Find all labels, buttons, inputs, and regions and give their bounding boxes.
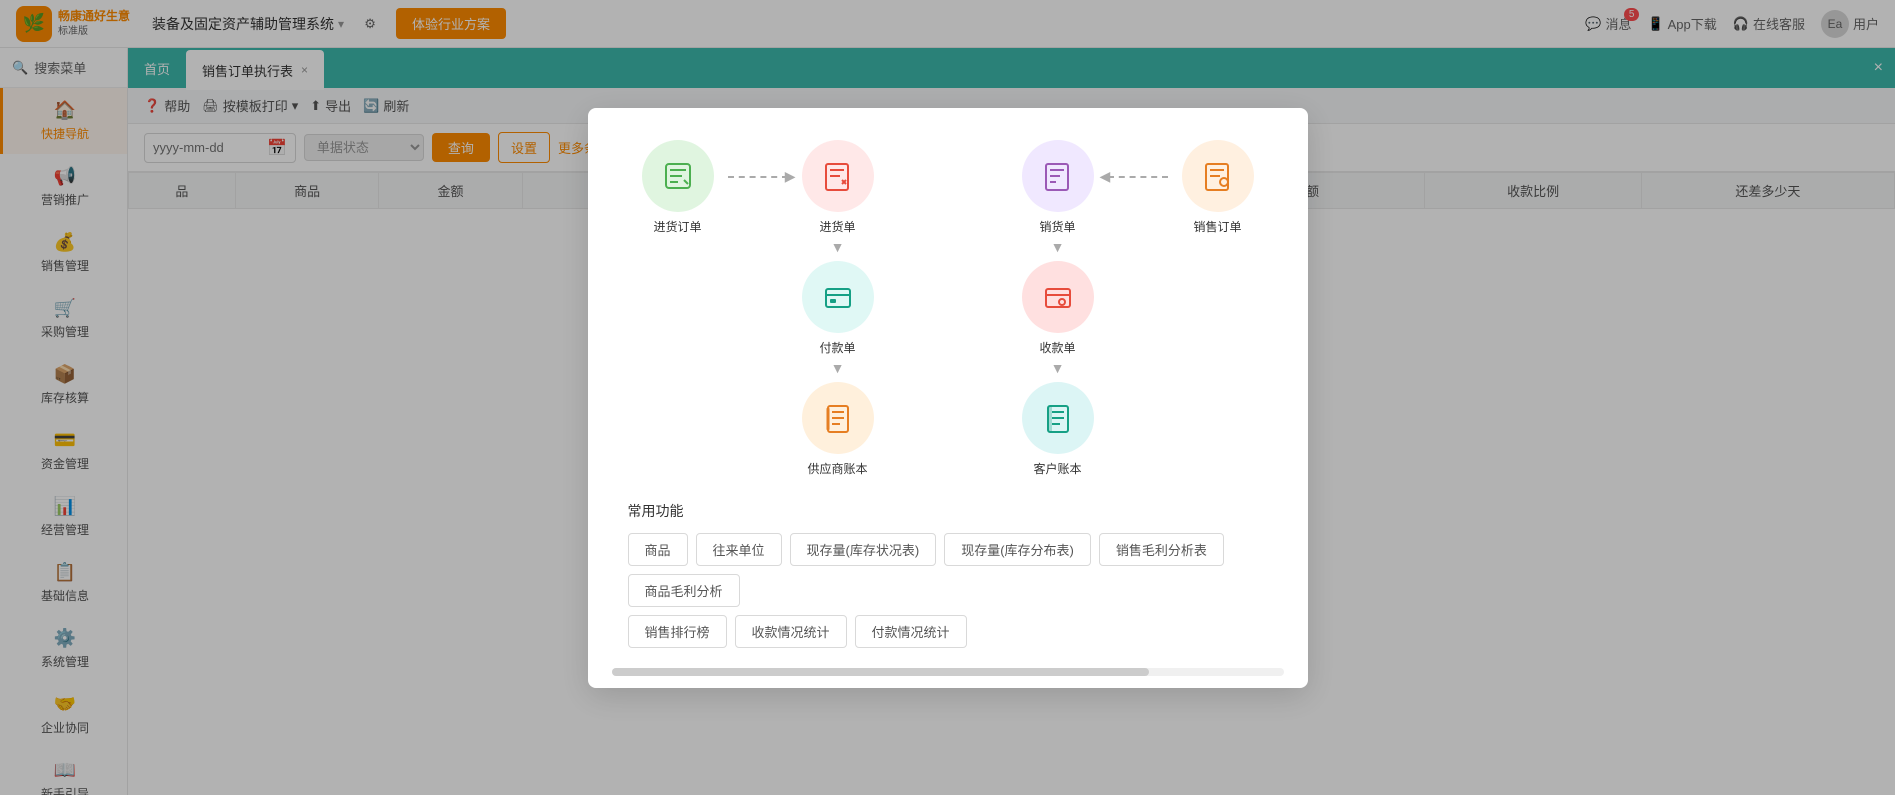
node-sales-order[interactable]: 销售订单	[1168, 140, 1268, 235]
function-buttons-row-2: 销售排行榜 收款情况统计 付款情况统计	[628, 615, 1268, 648]
func-btn-sales-profit[interactable]: 销售毛利分析表	[1099, 533, 1224, 566]
popup-dialog: 进货订单 ▶ 进货单	[588, 108, 1308, 688]
purchase-order-circle	[642, 140, 714, 212]
node-sales-bill[interactable]: 销货单	[1008, 140, 1108, 235]
popup-scrollbar-thumb	[612, 668, 1150, 676]
function-buttons-row: 商品 往来单位 现存量(库存状况表) 现存量(库存分布表) 销售毛利分析表 商品…	[628, 533, 1268, 607]
func-btn-inventory-status[interactable]: 现存量(库存状况表)	[790, 533, 937, 566]
down-arrow-purchase: ▼	[831, 239, 845, 255]
func-btn-inventory-dist[interactable]: 现存量(库存分布表)	[944, 533, 1091, 566]
supplier-ledger-circle	[802, 382, 874, 454]
purchase-bill-circle	[802, 140, 874, 212]
arrow-4-3: ◀	[1108, 176, 1168, 178]
sales-order-circle	[1182, 140, 1254, 212]
func-btn-receipt-stats[interactable]: 收款情况统计	[735, 615, 847, 648]
customer-ledger-circle	[1022, 382, 1094, 454]
common-functions-title: 常用功能	[628, 501, 1268, 521]
flow-chart-section: 进货订单 ▶ 进货单	[628, 140, 1268, 477]
popup-overlay[interactable]: 进货订单 ▶ 进货单	[0, 0, 1895, 795]
down-arrow-sales: ▼	[1051, 239, 1065, 255]
func-btn-product[interactable]: 商品	[628, 533, 688, 566]
node-customer-ledger[interactable]: 客户账本	[1022, 382, 1094, 477]
node-supplier-ledger[interactable]: 供应商账本	[802, 382, 874, 477]
common-functions-section: 常用功能 商品 往来单位 现存量(库存状况表) 现存量(库存分布表) 销售毛利分…	[628, 501, 1268, 648]
node-payment[interactable]: 付款单	[802, 261, 874, 356]
down-arrow-receipt: ▼	[1051, 360, 1065, 376]
sales-bill-circle	[1022, 140, 1094, 212]
func-btn-partner[interactable]: 往来单位	[696, 533, 782, 566]
func-btn-product-profit[interactable]: 商品毛利分析	[628, 574, 740, 607]
receipt-circle	[1022, 261, 1094, 333]
node-purchase-order[interactable]: 进货订单	[628, 140, 728, 235]
down-arrow-payment: ▼	[831, 360, 845, 376]
func-btn-sales-rank[interactable]: 销售排行榜	[628, 615, 727, 648]
node-purchase-bill[interactable]: 进货单	[788, 140, 888, 235]
func-btn-payment-stats[interactable]: 付款情况统计	[855, 615, 967, 648]
node-receipt[interactable]: 收款单	[1022, 261, 1094, 356]
arrow-1-2: ▶	[728, 176, 788, 178]
payment-circle	[802, 261, 874, 333]
popup-scrollbar[interactable]	[612, 668, 1284, 676]
